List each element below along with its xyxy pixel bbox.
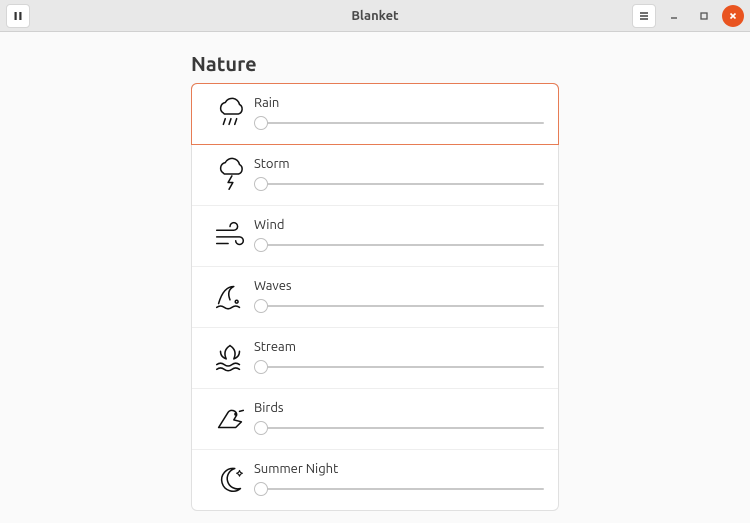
row-body: Rain — [254, 96, 544, 130]
sound-label: Birds — [254, 401, 544, 415]
sound-label: Stream — [254, 340, 544, 354]
maximize-icon — [699, 11, 709, 21]
sound-row-storm[interactable]: Storm — [192, 145, 558, 206]
close-icon — [728, 11, 738, 21]
sound-row-birds[interactable]: Birds — [192, 389, 558, 450]
maximize-button[interactable] — [692, 4, 716, 28]
storm-icon — [206, 155, 254, 193]
waves-icon — [206, 277, 254, 315]
titlebar-right — [632, 4, 744, 28]
wind-icon — [206, 216, 254, 254]
pause-button[interactable] — [6, 4, 30, 28]
sound-list: Rain Storm — [191, 83, 559, 511]
sound-row-waves[interactable]: Waves — [192, 267, 558, 328]
volume-slider-birds[interactable] — [254, 421, 544, 435]
sound-row-wind[interactable]: Wind — [192, 206, 558, 267]
row-body: Wind — [254, 218, 544, 252]
pause-icon — [13, 11, 23, 21]
close-button[interactable] — [722, 5, 744, 27]
volume-slider-rain[interactable] — [254, 116, 544, 130]
volume-slider-storm[interactable] — [254, 177, 544, 191]
sound-label: Storm — [254, 157, 544, 171]
titlebar: Blanket — [0, 0, 750, 32]
sound-label: Waves — [254, 279, 544, 293]
stream-icon — [206, 338, 254, 376]
sound-label: Rain — [254, 96, 544, 110]
minimize-button[interactable] — [662, 4, 686, 28]
summer-night-icon — [206, 460, 254, 498]
birds-icon — [206, 399, 254, 437]
minimize-icon — [669, 11, 679, 21]
sound-row-rain[interactable]: Rain — [191, 83, 559, 145]
menu-button[interactable] — [632, 4, 656, 28]
sound-row-stream[interactable]: Stream — [192, 328, 558, 389]
volume-slider-waves[interactable] — [254, 299, 544, 313]
content: Nature Rain — [0, 32, 750, 511]
section-title: Nature — [191, 52, 559, 75]
row-body: Waves — [254, 279, 544, 313]
sound-row-summer-night[interactable]: Summer Night — [192, 450, 558, 510]
volume-slider-wind[interactable] — [254, 238, 544, 252]
row-body: Storm — [254, 157, 544, 191]
volume-slider-summer-night[interactable] — [254, 482, 544, 496]
row-body: Stream — [254, 340, 544, 374]
sound-label: Summer Night — [254, 462, 544, 476]
hamburger-icon — [638, 10, 650, 22]
volume-slider-stream[interactable] — [254, 360, 544, 374]
rain-icon — [206, 94, 254, 132]
row-body: Birds — [254, 401, 544, 435]
sound-label: Wind — [254, 218, 544, 232]
row-body: Summer Night — [254, 462, 544, 496]
